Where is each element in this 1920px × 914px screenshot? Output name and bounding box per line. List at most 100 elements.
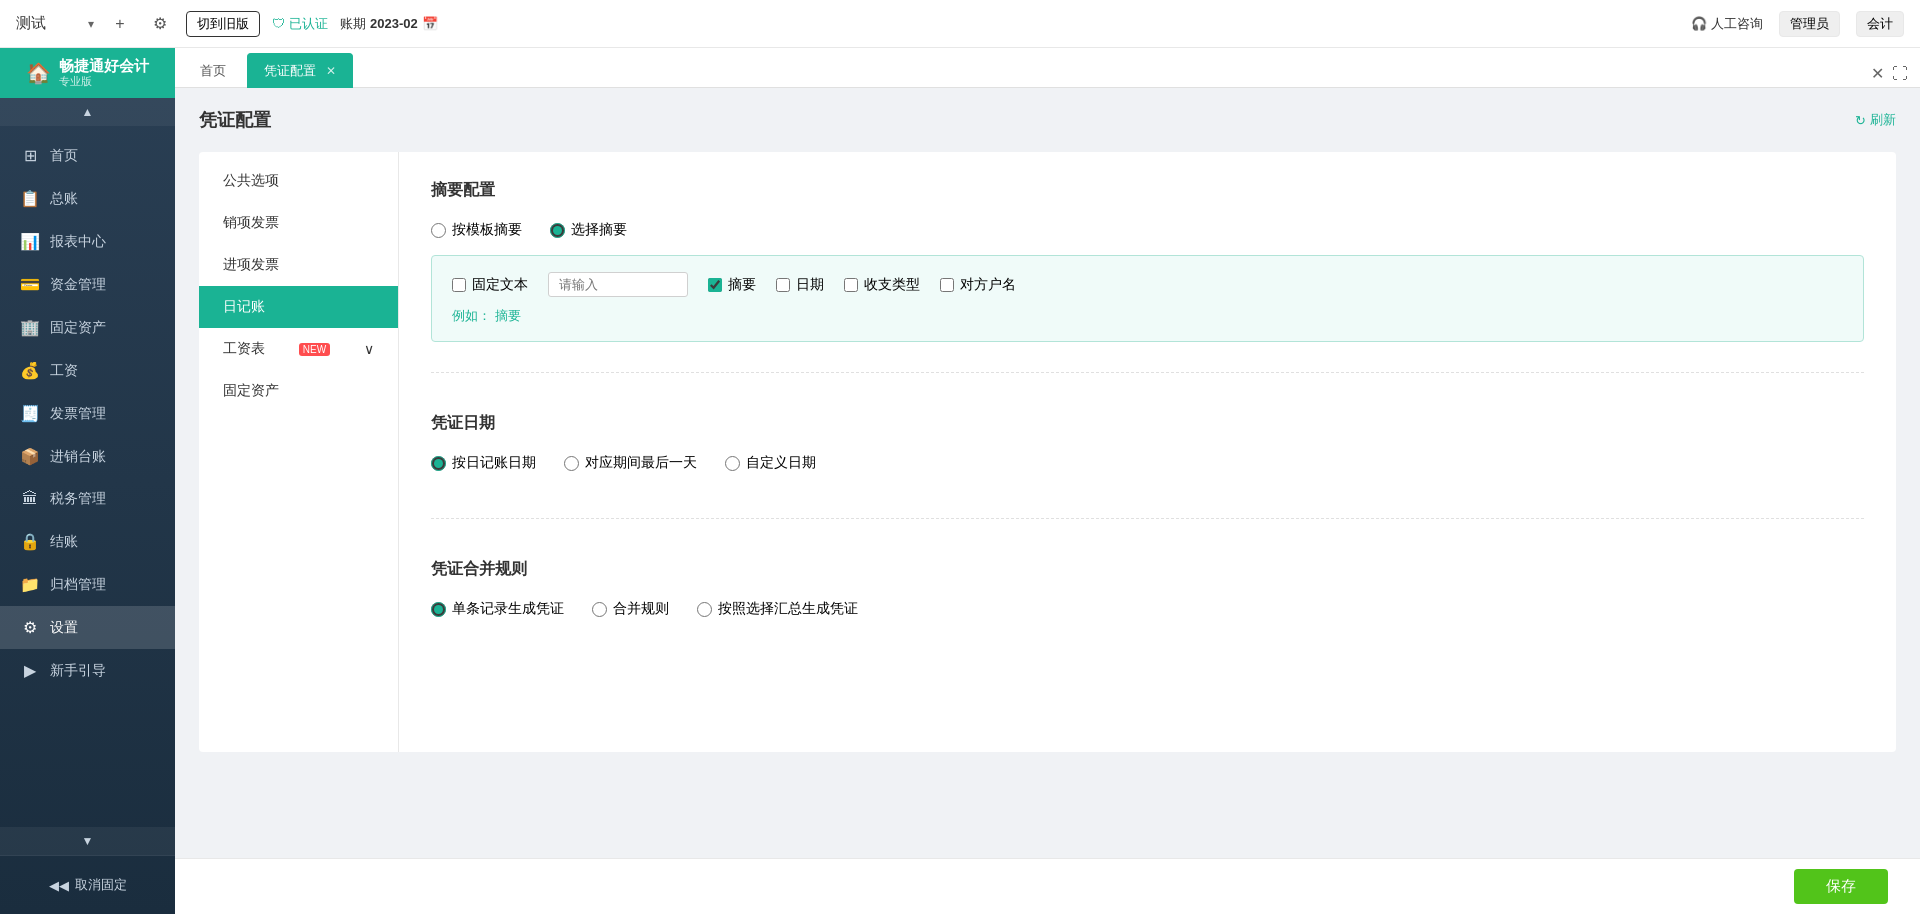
add-button[interactable]: + [106,10,134,38]
topbar-title: 测试 [16,14,76,33]
checkbox-counterparty[interactable]: 对方户名 [940,276,1016,294]
radio-template[interactable]: 按模板摘要 [431,221,522,239]
save-button[interactable]: 保存 [1794,869,1888,904]
tab-close-icon[interactable]: ✕ [326,64,336,78]
radio-custom-date[interactable]: 自定义日期 [725,454,816,472]
certified-badge: 🛡 已认证 [272,15,328,33]
sidebar-scroll-up[interactable]: ▲ [0,98,175,126]
consult-button[interactable]: 🎧 人工咨询 [1691,15,1763,33]
example-text: 例如： 摘要 [452,307,1843,325]
config-layout: 公共选项 销项发票 进项发票 日记账 工资表 NEW [199,152,1896,752]
custom-date-radio[interactable] [725,456,740,471]
date-checkbox[interactable] [776,278,790,292]
archive-icon: 📁 [20,575,40,594]
merge-section-title: 凭证合并规则 [431,559,1864,580]
config-nav-journal[interactable]: 日记账 [199,286,398,328]
radio-select[interactable]: 选择摘要 [550,221,627,239]
single-radio[interactable] [431,602,446,617]
main-layout: 🏠 畅捷通好会计 专业版 ▲ ⊞ 首页 📋 总账 📊 报表中心 💳 [0,48,1920,914]
sidebar-logo: 🏠 畅捷通好会计 专业版 [0,48,175,98]
radio-select-input[interactable] [550,223,565,238]
merge-section: 凭证合并规则 单条记录生成凭证 合并规则 [431,559,1864,664]
date-section: 凭证日期 按日记账日期 对应期间最后一天 [431,413,1864,519]
checkbox-income-type[interactable]: 收支类型 [844,276,920,294]
asset-icon: 🏢 [20,318,40,337]
refresh-button[interactable]: ↻ 刷新 [1855,111,1896,129]
config-nav-fixed-assets[interactable]: 固定资产 [199,370,398,412]
tab-voucher-config[interactable]: 凭证配置 ✕ [247,53,353,88]
radio-merge-rules[interactable]: 合并规则 [592,600,669,618]
tab-bar-actions: ✕ ⛶ [1871,64,1920,87]
payroll-row: 工资表 NEW ∨ [223,340,374,358]
sidebar-item-invoice[interactable]: 🧾 发票管理 [0,392,175,435]
sidebar-item-report[interactable]: 📊 报表中心 [0,220,175,263]
radio-journal-date[interactable]: 按日记账日期 [431,454,536,472]
sidebar-item-close[interactable]: 🔒 结账 [0,520,175,563]
merge-radio-group: 单条记录生成凭证 合并规则 按照选择汇总生成凭证 [431,600,1864,618]
pin-icon: ◀◀ [49,878,69,893]
journal-date-radio[interactable] [431,456,446,471]
close-tab-button[interactable]: ✕ [1871,64,1884,83]
config-nav-sales-invoice[interactable]: 销项发票 [199,202,398,244]
dropdown-icon[interactable]: ▾ [88,17,94,31]
sidebar-bottom: ◀◀ 取消固定 [0,855,175,914]
cancel-pin-button[interactable]: ◀◀ 取消固定 [0,866,175,904]
radio-single[interactable]: 单条记录生成凭证 [431,600,564,618]
sidebar-item-ledger[interactable]: 📋 总账 [0,177,175,220]
checkbox-date[interactable]: 日期 [776,276,824,294]
summary-checkbox[interactable] [708,278,722,292]
sidebar-item-settings[interactable]: ⚙ 设置 [0,606,175,649]
radio-template-input[interactable] [431,223,446,238]
fixed-text-input[interactable] [548,272,688,297]
page-title: 凭证配置 [199,108,271,132]
checkbox-summary[interactable]: 摘要 [708,276,756,294]
sidebar-item-label: 归档管理 [50,576,106,594]
summary-config-row: 固定文本 摘要 日期 [452,272,1843,297]
date-section-title: 凭证日期 [431,413,1864,434]
income-type-checkbox[interactable] [844,278,858,292]
fixed-text-checkbox[interactable] [452,278,466,292]
topbar: 测试 ▾ + ⚙ 切到旧版 🛡 已认证 账期 2023-02 📅 🎧 人工咨询 … [0,0,1920,48]
headset-icon: 🎧 [1691,16,1707,31]
merge-rules-radio[interactable] [592,602,607,617]
settings-button[interactable]: ⚙ [146,10,174,38]
checkbox-fixed-text[interactable]: 固定文本 [452,276,528,294]
tax-icon: 🏛 [20,490,40,508]
radio-period-last[interactable]: 对应期间最后一天 [564,454,697,472]
fullscreen-button[interactable]: ⛶ [1892,65,1908,83]
sidebar-item-home[interactable]: ⊞ 首页 [0,134,175,177]
refresh-icon: ↻ [1855,113,1866,128]
calendar-icon[interactable]: 📅 [422,16,438,31]
certified-icon: 🛡 [272,16,285,31]
admin-button[interactable]: 管理员 [1779,11,1840,37]
selected-summary-radio[interactable] [697,602,712,617]
period-last-radio[interactable] [564,456,579,471]
config-nav-payroll-table[interactable]: 工资表 NEW ∨ [199,328,398,370]
config-nav-purchase-invoice[interactable]: 进项发票 [199,244,398,286]
logo-text: 畅捷通好会计 [59,57,149,75]
old-version-button[interactable]: 切到旧版 [186,11,260,37]
sidebar-scroll-down[interactable]: ▼ [0,827,175,855]
radio-selected-summary[interactable]: 按照选择汇总生成凭证 [697,600,858,618]
logo-sub: 专业版 [59,75,149,88]
sidebar-item-salary[interactable]: 💰 工资 [0,349,175,392]
sidebar-item-archive[interactable]: 📁 归档管理 [0,563,175,606]
sidebar-item-asset[interactable]: 🏢 固定资产 [0,306,175,349]
sidebar-item-label: 总账 [50,190,78,208]
counterparty-checkbox[interactable] [940,278,954,292]
role-button[interactable]: 会计 [1856,11,1904,37]
trade-icon: 📦 [20,447,40,466]
tab-home[interactable]: 首页 [183,53,243,88]
sidebar-item-label: 固定资产 [50,319,106,337]
sidebar-item-fund[interactable]: 💳 资金管理 [0,263,175,306]
page-content: 凭证配置 ↻ 刷新 公共选项 销项发票 进项发票 [175,88,1920,858]
guide-icon: ▶ [20,661,40,680]
sidebar-item-trade[interactable]: 📦 进销台账 [0,435,175,478]
sidebar-nav: ⊞ 首页 📋 总账 📊 报表中心 💳 资金管理 🏢 固定资产 💰 工资 [0,126,175,827]
sidebar-item-tax[interactable]: 🏛 税务管理 [0,478,175,520]
config-nav-public[interactable]: 公共选项 [199,160,398,202]
period-display: 账期 2023-02 📅 [340,15,438,33]
sidebar-item-label: 首页 [50,147,78,165]
close-period-icon: 🔒 [20,532,40,551]
sidebar-item-guide[interactable]: ▶ 新手引导 [0,649,175,692]
